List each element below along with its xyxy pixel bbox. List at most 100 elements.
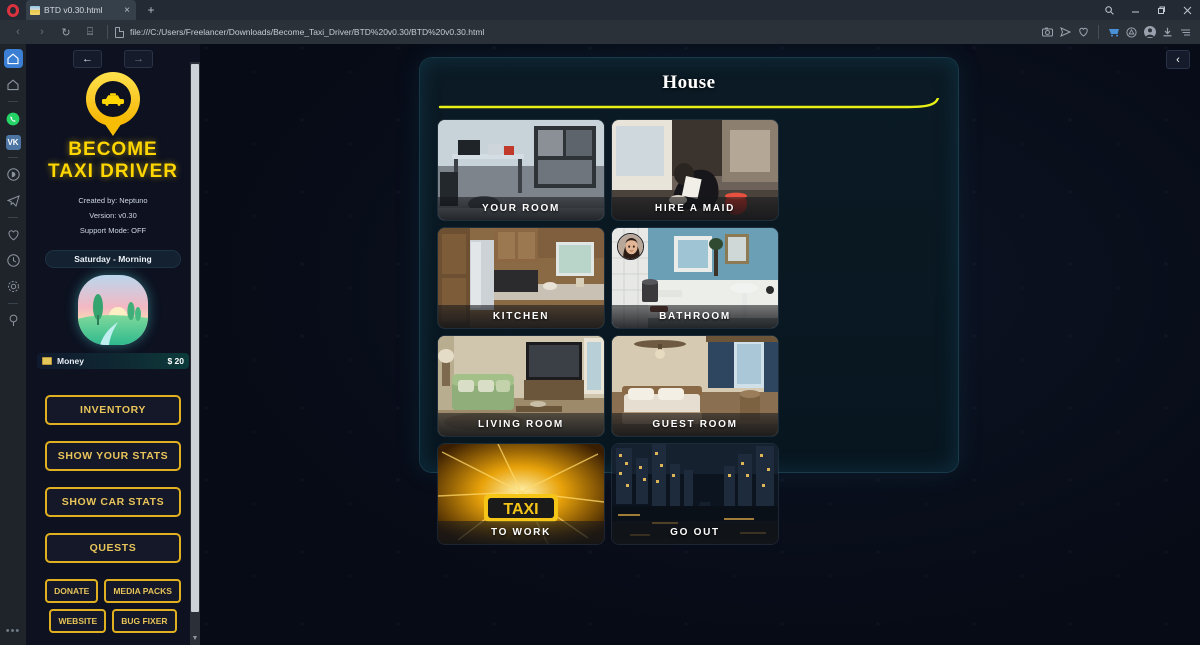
nav-back-button[interactable]: ‹ [6,21,30,43]
tab-close-icon[interactable]: × [122,5,132,16]
sidebar-forward-button[interactable]: → [124,50,153,68]
taxi-pin-logo-icon [86,72,140,136]
music-player-icon[interactable] [4,165,23,184]
card-label: LIVING ROOM [438,413,604,436]
cart-icon[interactable] [1105,22,1122,42]
meta-version: Version: v0.30 [89,210,137,220]
money-value: $ 20 [167,355,184,366]
donate-button[interactable]: DONATE [45,578,99,603]
website-button[interactable]: WEBSITE [49,608,107,633]
card-your-room[interactable]: YOUR ROOM [438,120,604,220]
money-icon [42,356,52,365]
scrollbar-down-arrow[interactable]: ▼ [190,633,200,645]
room-card-grid: YOUR ROOM HIRE A MAID KITCHEN BATHROOM L… [438,120,940,544]
game-title-line1: BECOME [68,139,158,160]
browser-titlebar: BTD v0.30.html × + [0,0,1200,20]
window-maximize-button[interactable] [1148,0,1174,20]
whatsapp-icon[interactable] [4,109,23,128]
nav-reload-button[interactable]: ↻ [54,21,78,43]
navbar-actions [1039,22,1194,42]
home-icon[interactable] [4,75,23,94]
rail-divider-1 [8,101,18,102]
sidebar-back-button[interactable]: ← [73,50,102,68]
window-search-icon[interactable] [1096,0,1122,20]
navbar-divider [107,25,108,39]
sidebar-nav-arrows: ← → [34,50,192,68]
page-title: House [662,72,716,93]
opera-logo-icon [0,0,26,20]
maid-avatar-badge-icon [617,233,644,260]
address-bar-url: file:///C:/Users/Freelancer/Downloads/Be… [130,27,485,37]
main-stage: House YOUR ROOM HIRE A MAID KITCHEN BATH… [200,44,1200,645]
show-car-stats-button[interactable]: SHOW CAR STATS [45,486,181,517]
money-bar: Money $ 20 [37,352,189,369]
game-logo [34,72,192,136]
window-controls [1096,0,1200,20]
rail-more-button[interactable]: ••• [6,625,21,637]
money-label: Money [57,355,84,366]
scrollbar-thumb[interactable] [191,64,199,612]
card-label: TO WORK [438,521,604,544]
heart-icon[interactable] [4,225,23,244]
card-hire-a-maid[interactable]: HIRE A MAID [612,120,778,220]
card-to-work[interactable]: TAXI TO WORK [438,444,604,544]
card-go-out[interactable]: GO OUT [612,444,778,544]
day-time-badge: Saturday - Morning [45,249,181,268]
meta-created-by: Created by: Neptuno [78,195,148,205]
nav-workspaces-button[interactable]: ⌸ [78,21,102,43]
vk-icon[interactable]: VK [5,135,21,150]
card-living-room[interactable]: LIVING ROOM [438,336,604,436]
sidebar-scrollbar[interactable]: ▲ ▼ [190,62,200,645]
opera-browser-window: BTD v0.30.html × + ‹ › ↻ ⌸ file:///C:/Us… [0,0,1200,645]
sidebar-collapse-button[interactable]: ‹ [1166,50,1190,69]
window-close-button[interactable] [1174,0,1200,20]
card-guest-room[interactable]: GUEST ROOM [612,336,778,436]
menu-icon[interactable] [1177,22,1194,42]
tab-title: BTD v0.30.html [44,5,103,15]
card-bathroom[interactable]: BATHROOM [612,228,778,328]
game-page: ← → BECOME TAXI DRIVER Created by: Neptu… [26,44,1200,645]
show-your-stats-button[interactable]: SHOW YOUR STATS [45,440,181,471]
house-panel: House YOUR ROOM HIRE A MAID KITCHEN BATH… [420,58,958,544]
quests-button[interactable]: QUESTS [45,532,181,563]
crypto-wallet-icon[interactable] [1123,22,1140,42]
media-packs-button[interactable]: MEDIA PACKS [104,578,181,603]
card-label: GUEST ROOM [612,413,778,436]
card-label: YOUR ROOM [438,197,604,220]
browser-tab[interactable]: BTD v0.30.html × [26,0,136,20]
heart-icon[interactable] [1075,22,1092,42]
meta-support-mode: Support Mode: OFF [79,225,147,235]
card-kitchen[interactable]: KITCHEN [438,228,604,328]
svg-text:TAXI: TAXI [503,501,538,518]
title-underline [438,98,940,110]
rail-divider-4 [8,303,18,304]
tab-favicon-icon [30,5,40,15]
history-clock-icon[interactable] [4,251,23,270]
camera-icon[interactable] [1039,22,1056,42]
mini-button-row-2: WEBSITE BUG FIXER [34,608,192,633]
game-title: BECOME TAXI DRIVER [34,139,192,184]
game-sidebar: ← → BECOME TAXI DRIVER Created by: Neptu… [26,44,200,645]
mini-button-row-1: DONATE MEDIA PACKS [34,578,192,603]
profile-avatar-icon[interactable] [1141,22,1158,42]
player-avatar[interactable] [78,274,148,345]
game-title-line2: TAXI DRIVER [48,161,178,183]
download-icon[interactable] [1159,22,1176,42]
inventory-button[interactable]: INVENTORY [45,394,181,425]
opera-sidebar-rail: VK ••• [0,44,26,645]
file-document-icon [115,26,124,38]
rail-divider-3 [8,217,18,218]
address-bar[interactable]: file:///C:/Users/Freelancer/Downloads/Be… [113,23,1039,41]
card-label: GO OUT [612,521,778,544]
bug-fixer-button[interactable]: BUG FIXER [112,608,177,633]
send-icon[interactable] [1057,22,1074,42]
card-label: HIRE A MAID [612,197,778,220]
telegram-icon[interactable] [4,191,23,210]
home-active-icon[interactable] [3,49,23,68]
settings-gear-icon[interactable] [4,277,23,296]
pin-location-icon[interactable] [4,311,23,330]
window-minimize-button[interactable] [1122,0,1148,20]
nav-forward-button[interactable]: › [30,21,54,43]
new-tab-button[interactable]: + [144,3,158,17]
card-label: KITCHEN [438,305,604,328]
